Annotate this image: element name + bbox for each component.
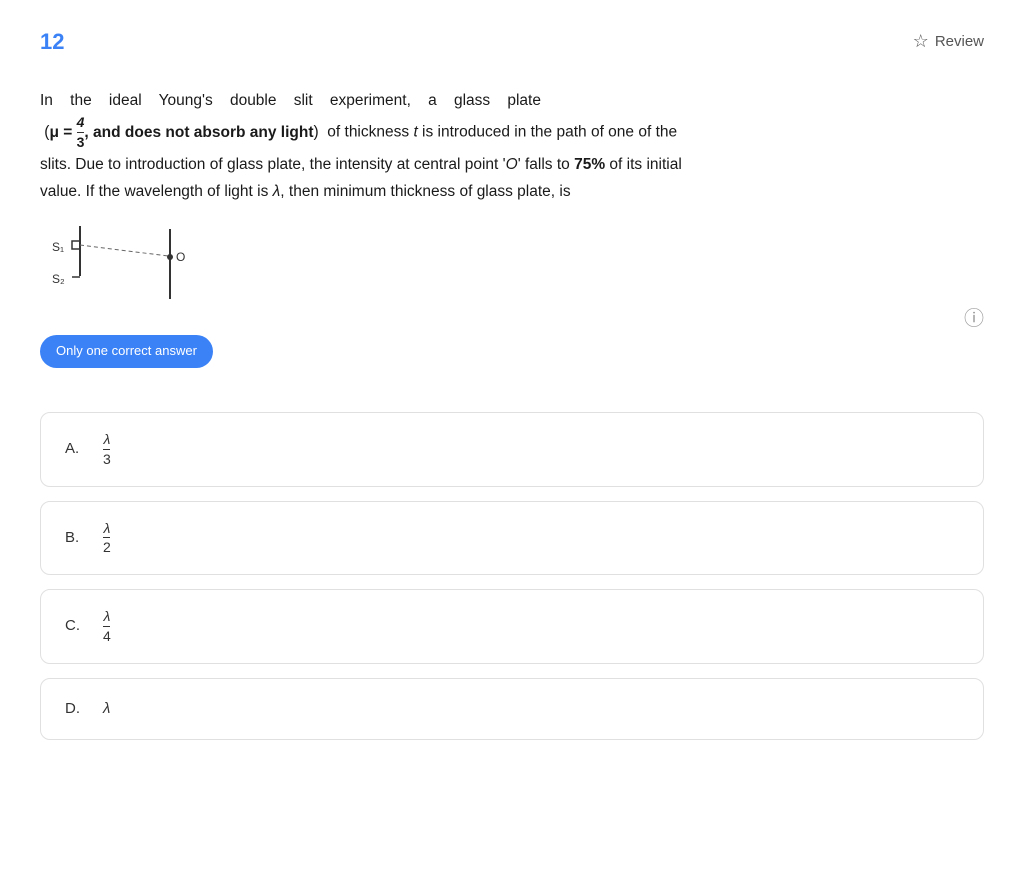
experiment-diagram: S₁ O S₂: [50, 221, 230, 311]
option-c[interactable]: C. λ 4: [40, 589, 984, 664]
diagram: S₁ O S₂: [50, 221, 230, 311]
svg-text:S₁: S₁: [52, 240, 64, 254]
option-b-value: λ 2: [103, 520, 111, 557]
question-condition-line: (μ = 43, and does not absorb any light) …: [40, 114, 984, 151]
option-a-value: λ 3: [103, 431, 111, 468]
option-d-value: λ: [103, 697, 110, 721]
condition-expression: (μ = 43, and does not absorb any light): [40, 124, 323, 141]
badge-row: Only one correct answer ⓘ: [40, 335, 984, 396]
question-wavelength: value. If the wavelength of light is λ, …: [40, 178, 984, 205]
only-one-badge[interactable]: Only one correct answer: [40, 335, 213, 368]
review-label: Review: [935, 30, 984, 54]
question-body: In the ideal Young's double slit experim…: [40, 87, 984, 311]
option-c-value: λ 4: [103, 608, 111, 645]
header: 12 ☆ Review: [40, 24, 984, 59]
question-number: 12: [40, 24, 64, 59]
svg-text:O: O: [176, 250, 185, 264]
star-icon: ☆: [913, 27, 929, 56]
option-a-label: A.: [65, 437, 85, 461]
options-container: A. λ 3 B. λ 2 C. λ: [40, 412, 984, 740]
question-text: In the ideal Young's double slit experim…: [40, 87, 984, 114]
review-button[interactable]: ☆ Review: [913, 27, 984, 56]
question-continuation: slits. Due to introduction of glass plat…: [40, 151, 984, 178]
option-d[interactable]: D. λ: [40, 678, 984, 740]
option-d-label: D.: [65, 697, 85, 721]
option-c-label: C.: [65, 614, 85, 638]
option-a[interactable]: A. λ 3: [40, 412, 984, 487]
option-b[interactable]: B. λ 2: [40, 501, 984, 576]
option-b-label: B.: [65, 526, 85, 550]
page-container: 12 ☆ Review In the ideal Young's double …: [0, 0, 1024, 764]
info-icon[interactable]: ⓘ: [964, 303, 984, 335]
svg-text:S₂: S₂: [52, 272, 65, 286]
